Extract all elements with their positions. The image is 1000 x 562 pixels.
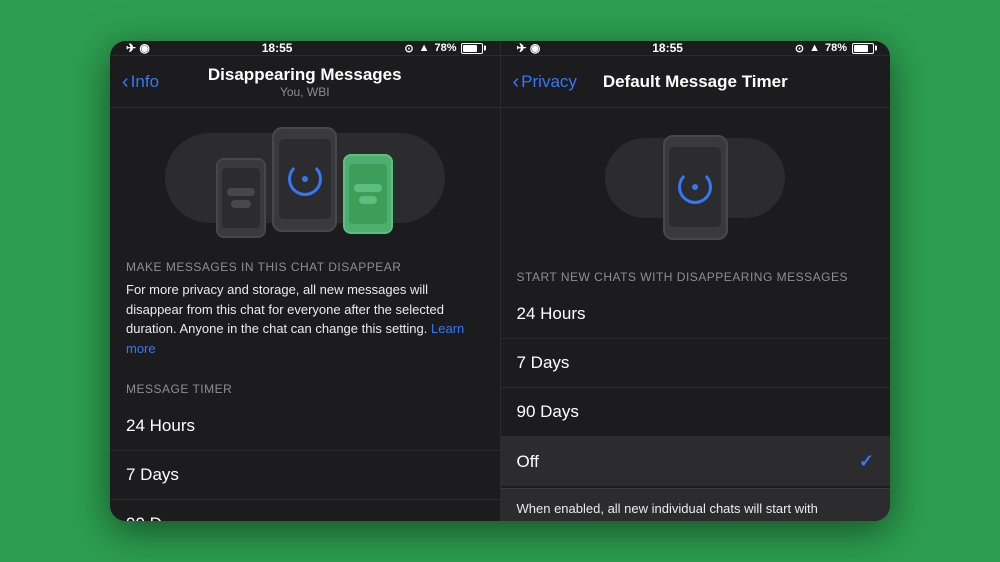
left-option-24hours[interactable]: 24 Hours xyxy=(110,402,500,451)
phone-left xyxy=(216,158,266,238)
right-signal-bars: ▲ xyxy=(809,42,820,54)
left-title-block: Disappearing Messages You, WBI xyxy=(208,65,402,99)
right-option-7days[interactable]: 7 Days xyxy=(501,339,891,388)
status-bar: ✈ ◉ 18:55 ⊙ ▲ 78% ✈ ◉ 18:55 ⊙ ▲ 78% xyxy=(110,41,890,56)
panels: ‹ Info Disappearing Messages You, WBI xyxy=(110,56,890,521)
phone-left-screen xyxy=(222,168,260,228)
left-option-7days[interactable]: 7 Days xyxy=(110,451,500,500)
left-time: 18:55 xyxy=(262,41,293,55)
phone-center xyxy=(272,127,337,232)
left-panel-content: MAKE MESSAGES IN THIS CHAT DISAPPEAR For… xyxy=(110,108,500,521)
right-panel: ‹ Privacy Default Message Timer xyxy=(500,56,891,521)
timer-circle-icon xyxy=(288,162,322,196)
right-option-off[interactable]: Off ✓ xyxy=(501,437,891,486)
message-timer-header: MESSAGE TIMER xyxy=(110,370,500,402)
checkmark-icon: ✓ xyxy=(859,451,874,472)
left-back-label: Info xyxy=(131,72,159,92)
disappear-description: For more privacy and storage, all new me… xyxy=(110,280,500,370)
left-status-bar: ✈ ◉ 18:55 ⊙ ▲ 78% xyxy=(110,41,500,55)
phone-right xyxy=(343,154,393,234)
right-timer-list: 24 Hours 7 Days 90 Days Off ✓ xyxy=(501,290,891,486)
left-battery-text: 78% xyxy=(434,42,456,54)
left-nav-bar: ‹ Info Disappearing Messages You, WBI xyxy=(110,56,500,108)
right-title-block: Default Message Timer xyxy=(603,72,788,92)
right-time: 18:55 xyxy=(652,41,683,55)
left-signal-bars: ▲ xyxy=(419,42,430,54)
msg-bubble-right-1 xyxy=(354,184,382,192)
left-battery-icon xyxy=(461,43,483,54)
left-nav-subtitle: You, WBI xyxy=(208,85,402,99)
device-frame: ✈ ◉ 18:55 ⊙ ▲ 78% ✈ ◉ 18:55 ⊙ ▲ 78% xyxy=(110,41,890,521)
right-status-icons: ⊙ ▲ 78% xyxy=(795,42,874,55)
msg-bubble-right-2 xyxy=(359,196,377,204)
right-signal-icon: ✈ ◉ xyxy=(517,41,541,55)
right-nav-title: Default Message Timer xyxy=(603,72,788,92)
right-back-button[interactable]: ‹ Privacy xyxy=(513,72,577,92)
right-chevron-icon: ‹ xyxy=(513,72,520,92)
left-option-7days-label: 7 Days xyxy=(126,465,179,485)
left-back-button[interactable]: ‹ Info xyxy=(122,72,159,92)
left-chevron-icon: ‹ xyxy=(122,72,129,92)
left-location-icon: ⊙ xyxy=(404,42,413,55)
right-battery-text: 78% xyxy=(825,42,847,54)
phones-group xyxy=(216,127,393,238)
left-option-24hours-label: 24 Hours xyxy=(126,416,195,436)
phone-right-screen xyxy=(349,164,387,224)
right-timer-dot xyxy=(692,184,698,190)
right-back-label: Privacy xyxy=(521,72,577,92)
right-timer-circle xyxy=(678,170,712,204)
left-option-90days-label: 90 D... xyxy=(126,514,176,521)
left-option-90days[interactable]: 90 D... xyxy=(110,500,500,521)
right-illustration xyxy=(501,108,891,258)
right-option-90days[interactable]: 90 Days xyxy=(501,388,891,437)
right-nav-bar: ‹ Privacy Default Message Timer xyxy=(501,56,891,108)
right-option-off-label: Off xyxy=(517,452,539,472)
left-status-icons: ⊙ ▲ 78% xyxy=(404,42,483,55)
left-nav-title: Disappearing Messages xyxy=(208,65,402,85)
right-option-7days-label: 7 Days xyxy=(517,353,570,373)
make-disappear-header: MAKE MESSAGES IN THIS CHAT DISAPPEAR xyxy=(110,248,500,280)
right-panel-content: START NEW CHATS WITH DISAPPEARING MESSAG… xyxy=(501,108,891,521)
bottom-description: When enabled, all new individual chats w… xyxy=(501,488,891,521)
right-status-bar: ✈ ◉ 18:55 ⊙ ▲ 78% xyxy=(500,41,891,55)
right-location-icon: ⊙ xyxy=(795,42,804,55)
message-bubble-1 xyxy=(227,188,255,196)
right-phone-screen xyxy=(669,147,721,227)
right-option-24hours[interactable]: 24 Hours xyxy=(501,290,891,339)
left-timer-list: 24 Hours 7 Days 90 D... xyxy=(110,402,500,521)
left-signal-icon: ✈ ◉ xyxy=(126,41,150,55)
left-panel: ‹ Info Disappearing Messages You, WBI xyxy=(110,56,500,521)
right-battery-icon xyxy=(852,43,874,54)
phone-center-screen xyxy=(279,139,331,219)
timer-dot xyxy=(302,176,308,182)
right-option-90days-label: 90 Days xyxy=(517,402,579,422)
left-illustration xyxy=(110,108,500,248)
start-new-chats-header: START NEW CHATS WITH DISAPPEARING MESSAG… xyxy=(501,258,891,290)
right-single-phone xyxy=(663,135,728,240)
right-option-24hours-label: 24 Hours xyxy=(517,304,586,324)
message-bubble-2 xyxy=(231,200,251,208)
